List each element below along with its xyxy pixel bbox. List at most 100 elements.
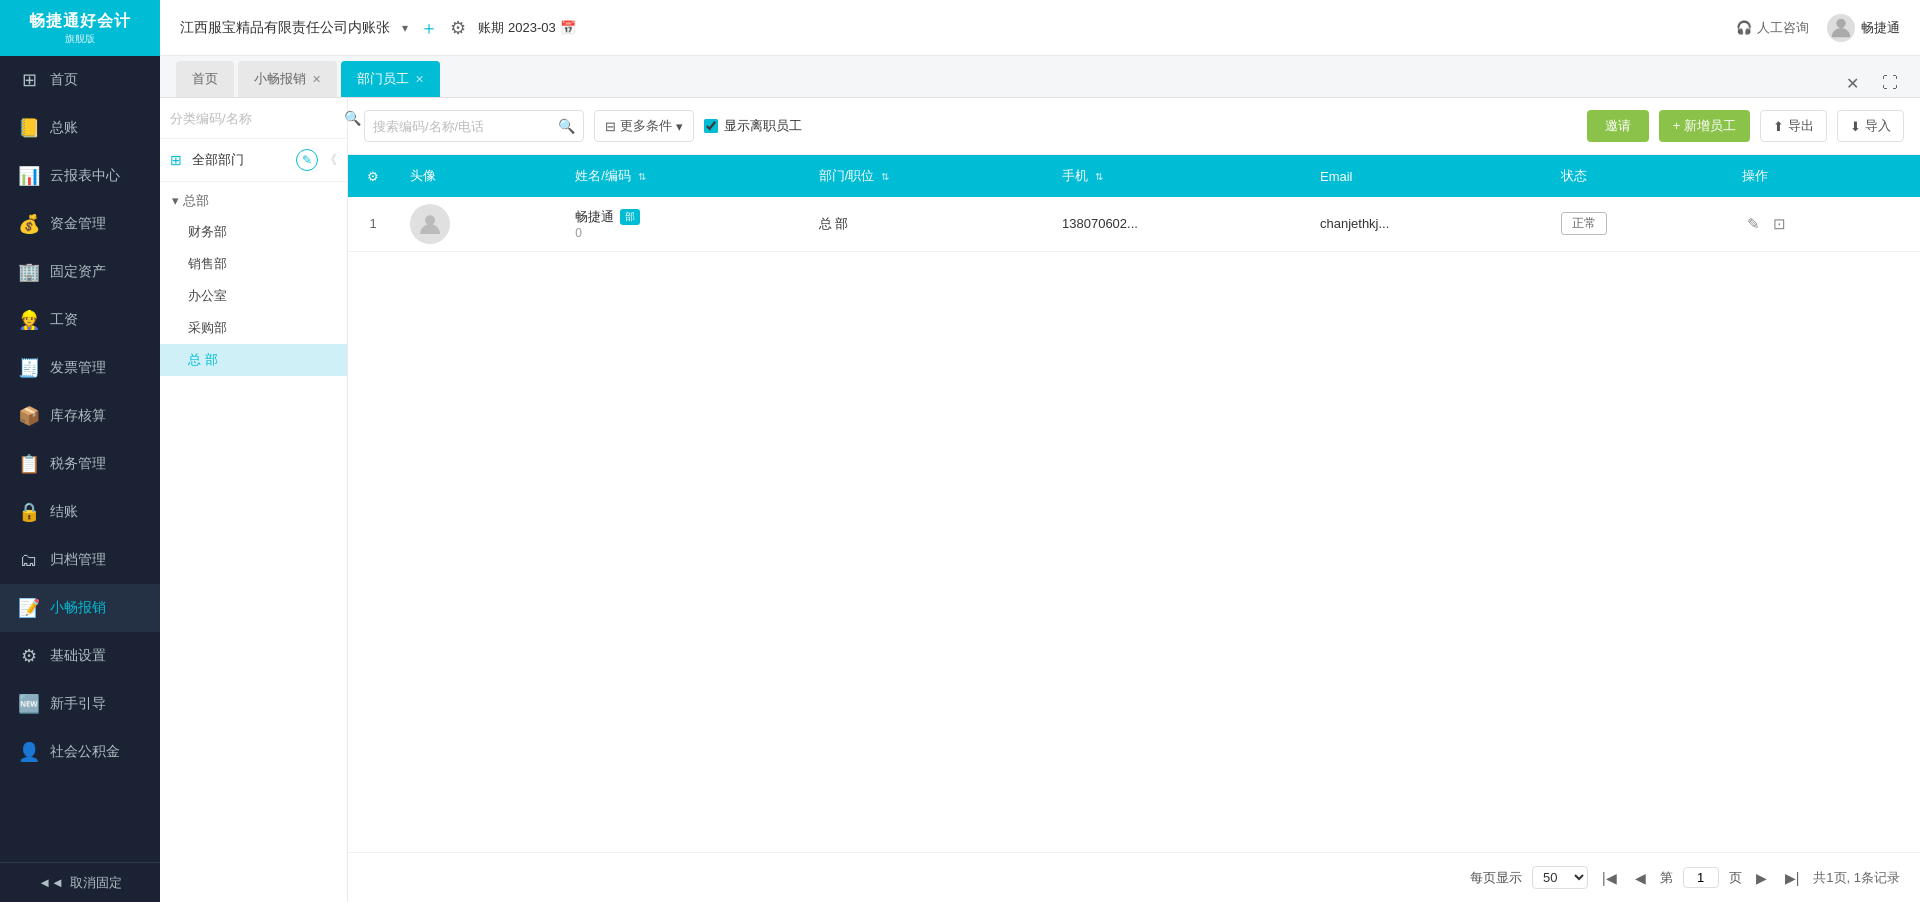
sidebar-item-label: 归档管理 xyxy=(50,551,106,569)
funds-icon: 💰 xyxy=(18,213,40,235)
filter-btn[interactable]: ⊟ 更多条件 ▾ xyxy=(594,110,694,142)
cancel-fixed-btn[interactable]: ◄◄ 取消固定 xyxy=(0,862,160,902)
tax-icon: 📋 xyxy=(18,453,40,475)
tab-expense-label: 小畅报销 xyxy=(254,70,306,88)
inventory-icon: 📦 xyxy=(18,405,40,427)
dept-group-hq: ▾ 总部 xyxy=(160,186,347,216)
sidebar-item-label: 云报表中心 xyxy=(50,167,120,185)
sidebar-item-inventory[interactable]: 📦 库存核算 xyxy=(0,392,160,440)
sidebar-item-social[interactable]: 👤 社会公积金 xyxy=(0,728,160,776)
add-emp-btn[interactable]: + 新增员工 xyxy=(1659,110,1750,142)
company-settings-icon[interactable]: ⚙ xyxy=(450,17,466,39)
main-area: 江西服宝精品有限责任公司内账张 ▾ ＋ ⚙ 账期 2023-03 📅 🎧 人工咨… xyxy=(160,0,1920,902)
tab-expense-close-icon[interactable]: ✕ xyxy=(312,73,321,86)
per-page-select[interactable]: 50 100 200 xyxy=(1532,866,1588,889)
company-dropdown-icon[interactable]: ▾ xyxy=(402,21,408,35)
tab-department-close-icon[interactable]: ✕ xyxy=(415,73,424,86)
col-dept-header[interactable]: 部门/职位 ⇅ xyxy=(807,155,1050,197)
emp-name-wrap: 畅捷通 部 xyxy=(575,208,794,226)
sidebar-item-label: 工资 xyxy=(50,311,78,329)
sidebar-item-salary[interactable]: 👷 工资 xyxy=(0,296,160,344)
tabs-bar: 首页 小畅报销 ✕ 部门员工 ✕ ✕ ⛶ xyxy=(160,56,1920,98)
home-icon: ⊞ xyxy=(18,69,40,91)
emp-search-icon[interactable]: 🔍 xyxy=(558,118,575,134)
page-input[interactable] xyxy=(1683,867,1719,888)
sidebar-scroll: ⊞ 首页 📒 总账 📊 云报表中心 💰 资金管理 🏢 固定资产 👷 工资 🧾 发… xyxy=(0,56,160,862)
all-dept-label[interactable]: 全部部门 xyxy=(192,151,290,169)
sidebar-item-tax[interactable]: 📋 税务管理 xyxy=(0,440,160,488)
sidebar-item-assets[interactable]: 🏢 固定资产 xyxy=(0,248,160,296)
delete-emp-btn[interactable]: ⊡ xyxy=(1768,215,1791,233)
sidebar-item-settings[interactable]: ⚙ 基础设置 xyxy=(0,632,160,680)
emp-avatar-cell xyxy=(398,197,563,251)
dept-panel: 🔍 ⊞ 全部部门 ✎ 《 ▾ 总部 财务部 销售部 办公室 采购部 总 部 xyxy=(160,98,348,902)
dept-collapse-icon[interactable]: 《 xyxy=(324,151,337,169)
sidebar-item-expense[interactable]: 📝 小畅报销 xyxy=(0,584,160,632)
page-content: 🔍 ⊞ 全部部门 ✎ 《 ▾ 总部 财务部 销售部 办公室 采购部 总 部 xyxy=(160,98,1920,902)
user-menu[interactable]: 畅捷通 xyxy=(1827,14,1900,42)
sidebar-item-archive[interactable]: 🗂 归档管理 xyxy=(0,536,160,584)
tab-close-btn[interactable]: ✕ xyxy=(1838,69,1866,97)
tab-expense[interactable]: 小畅报销 ✕ xyxy=(238,61,337,97)
invite-btn[interactable]: 邀请 xyxy=(1587,110,1649,142)
import-icon: ⬇ xyxy=(1850,119,1861,134)
emp-email: chanjethkj... xyxy=(1320,216,1389,231)
import-label: 导入 xyxy=(1865,117,1891,135)
import-btn[interactable]: ⬇ 导入 xyxy=(1837,110,1904,142)
dept-node-sales[interactable]: 销售部 xyxy=(160,248,347,280)
edit-emp-btn[interactable]: ✎ xyxy=(1742,215,1765,233)
last-page-btn[interactable]: ▶| xyxy=(1781,870,1804,886)
period-value: 2023-03 xyxy=(508,20,556,35)
dept-node-office[interactable]: 办公室 xyxy=(160,280,347,312)
sidebar-item-label: 首页 xyxy=(50,71,78,89)
col-settings[interactable]: ⚙ xyxy=(348,155,398,197)
sidebar-item-ledger[interactable]: 📒 总账 xyxy=(0,104,160,152)
sidebar-item-label: 税务管理 xyxy=(50,455,106,473)
show-resigned-checkbox[interactable] xyxy=(704,119,718,133)
col-email-header: Email xyxy=(1308,155,1549,197)
export-btn[interactable]: ⬆ 导出 xyxy=(1760,110,1827,142)
sidebar-item-label: 库存核算 xyxy=(50,407,106,425)
sidebar-item-funds[interactable]: 💰 资金管理 xyxy=(0,200,160,248)
svg-point-0 xyxy=(1836,18,1845,27)
dept-search-input[interactable] xyxy=(170,111,338,126)
per-page-label: 每页显示 xyxy=(1470,869,1522,887)
tab-department[interactable]: 部门员工 ✕ xyxy=(341,61,440,97)
tab-maximize-btn[interactable]: ⛶ xyxy=(1876,69,1904,97)
sidebar-item-invoice[interactable]: 🧾 发票管理 xyxy=(0,344,160,392)
topbar: 江西服宝精品有限责任公司内账张 ▾ ＋ ⚙ 账期 2023-03 📅 🎧 人工咨… xyxy=(160,0,1920,56)
col-status-header: 状态 xyxy=(1549,155,1730,197)
invoice-icon: 🧾 xyxy=(18,357,40,379)
add-company-icon[interactable]: ＋ xyxy=(420,16,438,40)
support-btn[interactable]: 🎧 人工咨询 xyxy=(1736,19,1809,37)
sidebar-item-label: 社会公积金 xyxy=(50,743,120,761)
sidebar-item-close[interactable]: 🔒 结账 xyxy=(0,488,160,536)
first-page-btn[interactable]: |◀ xyxy=(1598,870,1621,886)
dept-tree-header: ⊞ 全部部门 ✎ 《 xyxy=(160,139,347,182)
sidebar-item-guide[interactable]: 🆕 新手引导 xyxy=(0,680,160,728)
emp-phone-cell: 138070602... xyxy=(1050,197,1308,251)
sidebar-item-label: 总账 xyxy=(50,119,78,137)
emp-search-input[interactable] xyxy=(373,119,552,134)
emp-toolbar: 🔍 ⊟ 更多条件 ▾ 显示离职员工 邀请 + 新增员工 xyxy=(348,98,1920,155)
svg-point-1 xyxy=(425,215,435,225)
col-name-header[interactable]: 姓名/编码 ⇅ xyxy=(563,155,806,197)
sidebar-item-label: 资金管理 xyxy=(50,215,106,233)
archive-icon: 🗂 xyxy=(18,550,40,571)
dept-node-finance[interactable]: 财务部 xyxy=(160,216,347,248)
ledger-icon: 📒 xyxy=(18,117,40,139)
tab-home[interactable]: 首页 xyxy=(176,61,234,97)
next-page-btn[interactable]: ▶ xyxy=(1752,870,1771,886)
tabs-right-actions: ✕ ⛶ xyxy=(1838,69,1904,97)
dept-node-general[interactable]: 总 部 xyxy=(160,344,347,376)
assets-icon: 🏢 xyxy=(18,261,40,283)
sidebar-item-reports[interactable]: 📊 云报表中心 xyxy=(0,152,160,200)
dept-node-purchase[interactable]: 采购部 xyxy=(160,312,347,344)
col-phone-header[interactable]: 手机 ⇅ xyxy=(1050,155,1308,197)
calendar-icon[interactable]: 📅 xyxy=(560,20,576,35)
dept-edit-icon[interactable]: ✎ xyxy=(296,149,318,171)
emp-table: ⚙ 头像 姓名/编码 ⇅ 部门/职位 ⇅ 手机 xyxy=(348,155,1920,252)
sidebar-item-home[interactable]: ⊞ 首页 xyxy=(0,56,160,104)
app-sub: 旗舰版 xyxy=(65,32,95,46)
prev-page-btn[interactable]: ◀ xyxy=(1631,870,1650,886)
